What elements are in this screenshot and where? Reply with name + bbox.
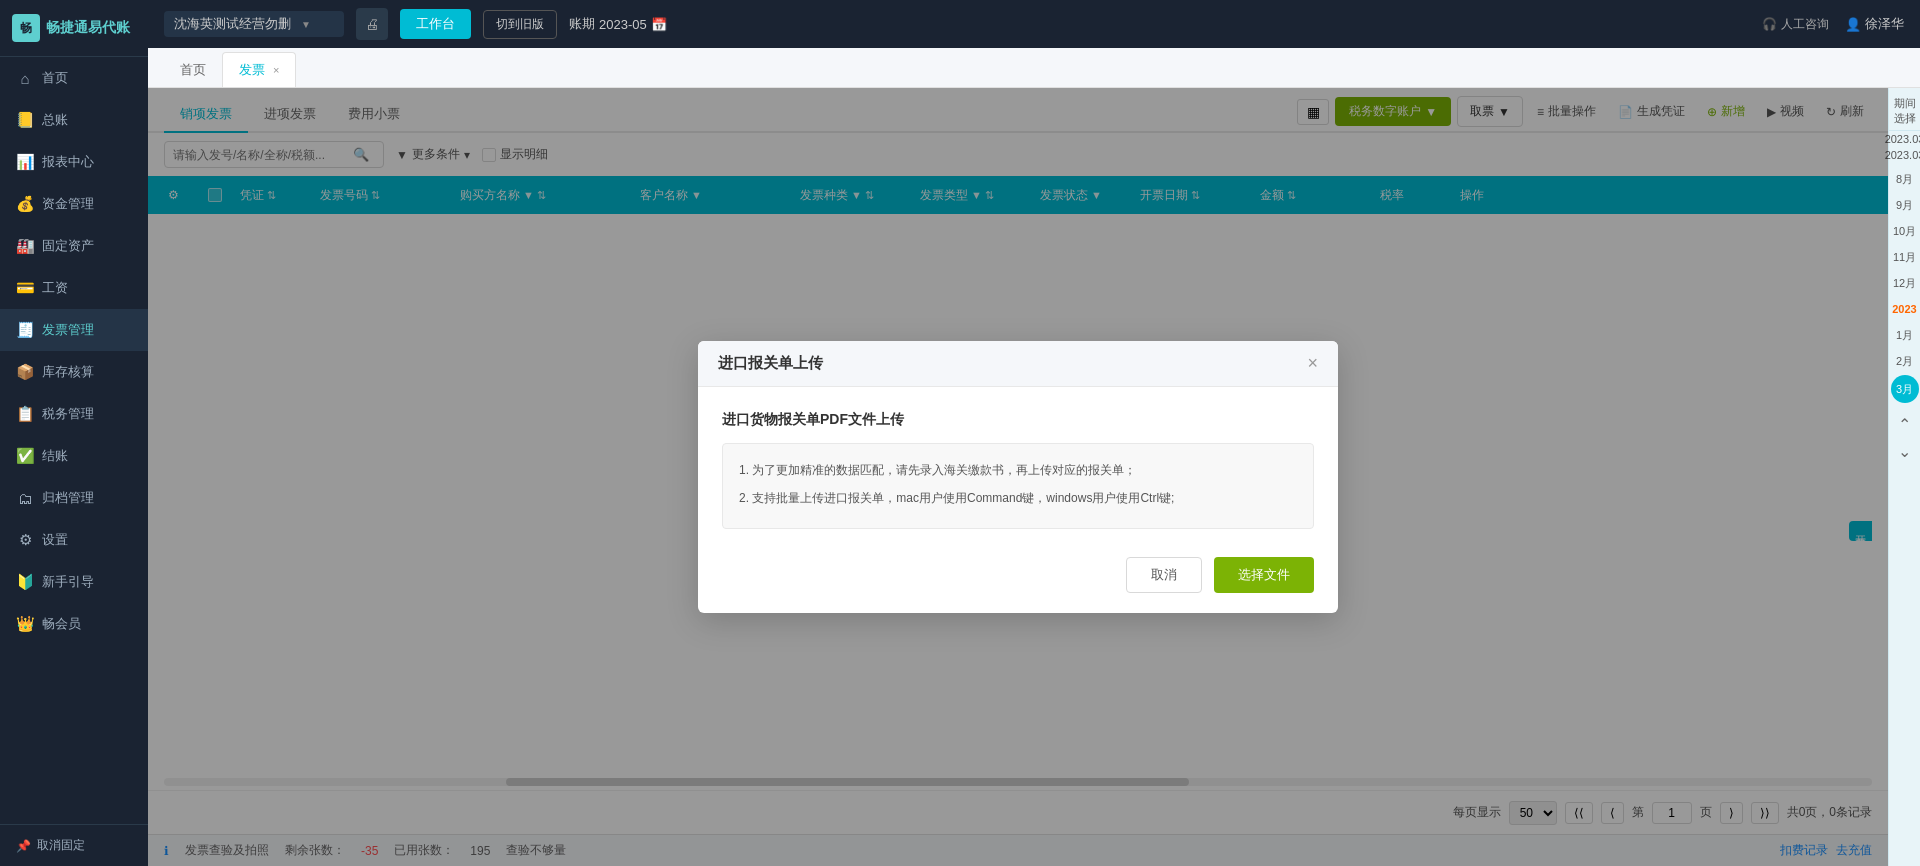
printer-icon: 🖨 (365, 16, 379, 32)
sidebar-logo: 畅 畅捷通易代账 (0, 0, 148, 57)
right-panel: 开票日期 期间选择 2023.03 2023.03 8月 9月 10月 (1888, 88, 1920, 866)
sidebar-item-reports[interactable]: 📊 报表中心 (0, 141, 148, 183)
user-icon: 👤 (1845, 17, 1861, 32)
settings-icon: ⚙ (16, 531, 34, 549)
chevron-down-icon: ▼ (301, 19, 311, 30)
modal-title: 进口报关单上传 (718, 354, 823, 373)
settlement-icon: ✅ (16, 447, 34, 465)
content-area: 销项发票 进项发票 费用小票 ▦ 税务数字账户 ▼ (148, 88, 1888, 866)
sidebar-item-assets[interactable]: 🏭 固定资产 (0, 225, 148, 267)
period-item-mar[interactable]: 3月 (1891, 375, 1919, 403)
sidebar-item-tax[interactable]: 📋 税务管理 (0, 393, 148, 435)
workspace-button[interactable]: 工作台 (400, 9, 471, 39)
sidebar-item-settings[interactable]: ⚙ 设置 (0, 519, 148, 561)
sidebar: 畅 畅捷通易代账 ⌂ 首页 📒 总账 📊 报表中心 💰 资金管理 🏭 固定资产 … (0, 0, 148, 866)
user-menu[interactable]: 👤 徐泽华 (1845, 15, 1904, 33)
modal-footer: 取消 选择文件 (698, 545, 1338, 613)
home-icon: ⌂ (16, 70, 34, 87)
modal-overlay: 进口报关单上传 × 进口货物报关单PDF文件上传 1. 为了更加精准的数据匹配，… (148, 88, 1888, 866)
sidebar-item-home[interactable]: ⌂ 首页 (0, 57, 148, 99)
guide-icon: 🔰 (16, 573, 34, 591)
tab-invoice-close[interactable]: × (273, 64, 279, 76)
sidebar-item-guide[interactable]: 🔰 新手引导 (0, 561, 148, 603)
inventory-icon: 📦 (16, 363, 34, 381)
tax-icon: 📋 (16, 405, 34, 423)
notice-line-2: 2. 支持批量上传进口报关单，mac用户使用Command键，windows用户… (739, 486, 1297, 510)
funds-icon: 💰 (16, 195, 34, 213)
period-item-nov[interactable]: 11月 (1891, 245, 1919, 269)
topbar: 沈海英测试经营勿删 ▼ 🖨 工作台 切到旧版 账期 2023-05 📅 🎧 人工… (148, 0, 1920, 48)
print-button[interactable]: 🖨 (356, 8, 388, 40)
sidebar-item-ledger[interactable]: 📒 总账 (0, 99, 148, 141)
chevron-up-icon[interactable]: ⌃ (1898, 415, 1911, 434)
page-tabs: 首页 发票 × (148, 48, 1920, 88)
tab-home[interactable]: 首页 (164, 53, 222, 87)
app-title: 畅捷通易代账 (46, 19, 130, 37)
period-item-aug[interactable]: 8月 (1891, 167, 1919, 191)
company-name: 沈海英测试经营勿删 (174, 15, 291, 33)
invoice-icon: 🧾 (16, 321, 34, 339)
service-button[interactable]: 🎧 人工咨询 (1762, 16, 1829, 33)
calendar-icon[interactable]: 📅 (651, 17, 667, 32)
period-list: 8月 9月 10月 11月 12月 2023 1月 (1889, 163, 1920, 407)
old-version-button[interactable]: 切到旧版 (483, 10, 557, 39)
company-selector[interactable]: 沈海英测试经营勿删 ▼ (164, 11, 344, 37)
ledger-icon: 📒 (16, 111, 34, 129)
topbar-right: 🎧 人工咨询 👤 徐泽华 (1762, 15, 1904, 33)
headset-icon: 🎧 (1762, 17, 1777, 31)
period-item-jan[interactable]: 1月 (1891, 323, 1919, 347)
cancel-fixed-btn[interactable]: 📌 取消固定 (0, 824, 148, 866)
period-item-feb[interactable]: 2月 (1891, 349, 1919, 373)
chevron-down-icon[interactable]: ⌄ (1898, 442, 1911, 461)
period-display: 账期 2023-05 📅 (569, 15, 667, 33)
archive-icon: 🗂 (16, 490, 34, 507)
tab-invoice[interactable]: 发票 × (222, 52, 296, 87)
reports-icon: 📊 (16, 153, 34, 171)
period-item-dec[interactable]: 12月 (1891, 271, 1919, 295)
period-value: 2023-05 (599, 17, 647, 32)
modal-notice: 1. 为了更加精准的数据匹配，请先录入海关缴款书，再上传对应的报关单； 2. 支… (722, 443, 1314, 529)
period-item-year[interactable]: 2023 (1891, 297, 1919, 321)
sidebar-item-inventory[interactable]: 📦 库存核算 (0, 351, 148, 393)
assets-icon: 🏭 (16, 237, 34, 255)
sidebar-item-payroll[interactable]: 💳 工资 (0, 267, 148, 309)
member-icon: 👑 (16, 615, 34, 633)
period-header: 期间选择 (1889, 92, 1920, 131)
main-area: 沈海英测试经营勿删 ▼ 🖨 工作台 切到旧版 账期 2023-05 📅 🎧 人工… (148, 0, 1920, 866)
modal-body: 进口货物报关单PDF文件上传 1. 为了更加精准的数据匹配，请先录入海关缴款书，… (698, 387, 1338, 545)
sidebar-item-archive[interactable]: 🗂 归档管理 (0, 477, 148, 519)
notice-line-1: 1. 为了更加精准的数据匹配，请先录入海关缴款书，再上传对应的报关单； (739, 458, 1297, 482)
period-item-oct[interactable]: 10月 (1891, 219, 1919, 243)
import-modal: 进口报关单上传 × 进口货物报关单PDF文件上传 1. 为了更加精准的数据匹配，… (698, 341, 1338, 613)
sidebar-item-settlement[interactable]: ✅ 结账 (0, 435, 148, 477)
modal-section-title: 进口货物报关单PDF文件上传 (722, 411, 1314, 429)
sidebar-item-member[interactable]: 👑 畅会员 (0, 603, 148, 645)
modal-close-button[interactable]: × (1307, 353, 1318, 374)
logo-icon: 畅 (12, 14, 40, 42)
period-item-sep[interactable]: 9月 (1891, 193, 1919, 217)
pin-icon: 📌 (16, 839, 31, 853)
modal-cancel-button[interactable]: 取消 (1126, 557, 1202, 593)
payroll-icon: 💳 (16, 279, 34, 297)
sidebar-item-invoice[interactable]: 🧾 发票管理 (0, 309, 148, 351)
select-file-button[interactable]: 选择文件 (1214, 557, 1314, 593)
sidebar-item-funds[interactable]: 💰 资金管理 (0, 183, 148, 225)
modal-header: 进口报关单上传 × (698, 341, 1338, 387)
